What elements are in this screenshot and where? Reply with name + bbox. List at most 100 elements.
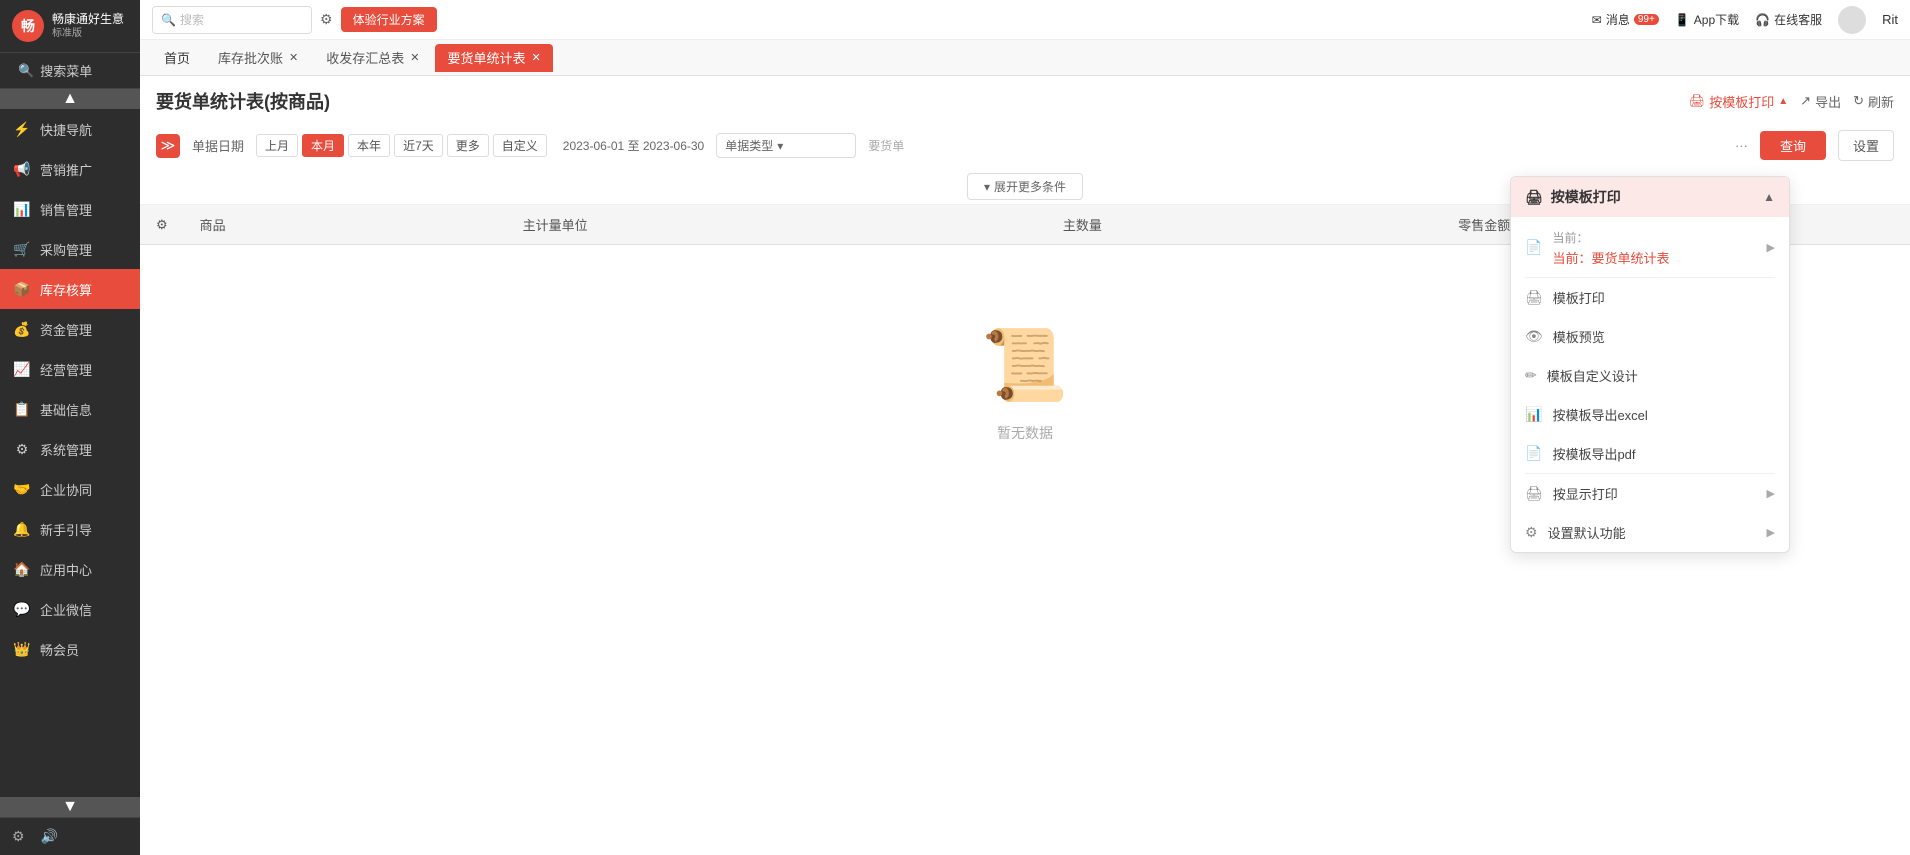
order-goods-label: 要货单 <box>868 137 904 154</box>
date-option-本年[interactable]: 本年 <box>348 134 390 157</box>
trial-btn[interactable]: 体验行业方案 <box>341 7 437 32</box>
tab-batch-account[interactable]: 库存批次账 ✕ <box>206 44 310 72</box>
tab-close-icon[interactable]: ✕ <box>532 51 541 64</box>
date-option-近7天[interactable]: 近7天 <box>394 134 443 157</box>
basic-icon: 📋 <box>12 399 32 419</box>
sidebar-item-finance[interactable]: 💰资金管理 <box>0 309 140 349</box>
sidebar-item-quick-nav[interactable]: ⚡快捷导航 <box>0 109 140 149</box>
sidebar-item-app-center[interactable]: 🏠应用中心 <box>0 549 140 589</box>
query-btn[interactable]: 查询 <box>1760 131 1826 160</box>
tab-close-icon[interactable]: ✕ <box>410 51 419 64</box>
tab-home[interactable]: 首页 <box>152 44 202 72</box>
sidebar-item-sales[interactable]: 📊销售管理 <box>0 189 140 229</box>
tab-close-icon[interactable]: ✕ <box>289 51 298 64</box>
inventory-icon: 📦 <box>12 279 32 299</box>
sidebar-nav: ⚡快捷导航📢营销推广📊销售管理🛒采购管理📦库存核算💰资金管理📈经营管理📋基础信息… <box>0 109 140 797</box>
sidebar-item-operation[interactable]: 📈经营管理 <box>0 349 140 389</box>
dropdown-item-label: 模板打印 <box>1553 288 1605 307</box>
export-excel-icon: 📊 <box>1525 406 1542 423</box>
user-avatar[interactable] <box>1838 6 1866 34</box>
dropdown-section-default-func[interactable]: ⚙设置默认功能▶ <box>1511 513 1789 552</box>
template-preview-icon: 👁 <box>1525 328 1543 345</box>
dropdown-current[interactable]: 📄 当前： 当前：要货单统计表 ▶ <box>1511 217 1789 277</box>
dropdown-item-template-print[interactable]: 🖨 模板打印 <box>1511 278 1789 317</box>
date-option-上月[interactable]: 上月 <box>256 134 298 157</box>
sidebar-item-label: 经营管理 <box>40 360 92 379</box>
sidebar-item-member[interactable]: 👑 畅会员 <box>0 629 140 669</box>
sidebar-scroll-down[interactable]: ▼ <box>0 797 140 817</box>
topbar-gear-icon[interactable]: ⚙ <box>320 11 333 28</box>
sidebar-item-marketing[interactable]: 📢营销推广 <box>0 149 140 189</box>
dropdown-item-template-preview[interactable]: 👁 模板预览 <box>1511 317 1789 356</box>
date-label: 单据日期 <box>192 136 244 155</box>
sidebar-item-label: 畅会员 <box>40 640 79 659</box>
member-icon: 👑 <box>12 639 32 659</box>
section-arrow-icon: ▶ <box>1767 487 1775 500</box>
dropdown-item-export-pdf[interactable]: 📄按模板导出pdf <box>1511 434 1789 473</box>
refresh-btn[interactable]: ↻ 刷新 <box>1853 92 1894 111</box>
marketing-icon: 📢 <box>12 159 32 179</box>
expand-more-btn[interactable]: ▾ 展开更多条件 <box>967 173 1083 200</box>
tab-order-stats[interactable]: 要货单统计表✕ <box>435 44 552 72</box>
settings-btn[interactable]: 设置 <box>1838 130 1894 161</box>
template-print-icon: 🖨 <box>1525 289 1543 306</box>
section-label: 按显示打印 <box>1553 484 1618 503</box>
audio-icon[interactable]: 🔊 <box>41 828 58 845</box>
sidebar-item-basic[interactable]: 📋基础信息 <box>0 389 140 429</box>
page-header: 要货单统计表(按商品) 🖨 按模板打印 ▲ ↗ 导出 ↻ 刷新 <box>140 76 1910 122</box>
current-value: 当前：要货单统计表 <box>1552 248 1669 267</box>
settings-icon[interactable]: ⚙ <box>12 828 25 845</box>
tab-receipt-summary[interactable]: 收发存汇总表 ✕ <box>314 44 431 72</box>
date-option-更多[interactable]: 更多 <box>447 134 489 157</box>
sidebar-item-purchase[interactable]: 🛒采购管理 <box>0 229 140 269</box>
display-print-icon: 🖨 <box>1525 485 1543 502</box>
logo-text: 畅康通好生意 标准版 <box>52 11 124 42</box>
sidebar-scroll-up[interactable]: ▲ <box>0 89 140 109</box>
refresh-label: 刷新 <box>1868 92 1894 111</box>
date-range-text: 2023-06-01 至 2023-06-30 <box>563 137 704 154</box>
dropdown-item-label: 模板自定义设计 <box>1547 366 1638 385</box>
sidebar-item-guide[interactable]: 🔔新手引导 <box>0 509 140 549</box>
dropdown-item-export-excel[interactable]: 📊 按模板导出excel <box>1511 395 1789 434</box>
logo-sub: 标准版 <box>52 27 124 41</box>
app-download-item[interactable]: 📱 App下载 <box>1675 11 1739 28</box>
sidebar-item-inventory[interactable]: 📦库存核算 <box>0 269 140 309</box>
date-option-本月[interactable]: 本月 <box>302 134 344 157</box>
sidebar-item-label: 销售管理 <box>40 200 92 219</box>
export-btn[interactable]: ↗ 导出 <box>1800 92 1841 111</box>
tab-label: 收发存汇总表 <box>326 48 404 67</box>
col-header-settings[interactable]: ⚙ <box>140 205 184 245</box>
date-option-自定义[interactable]: 自定义 <box>493 134 547 157</box>
main-area: 🔍 搜索 ⚙ 体验行业方案 ✉ 消息 99+ 📱 App下载 🎧 在线客服 Ri… <box>140 0 1910 855</box>
sidebar-item-system[interactable]: ⚙系统管理 <box>0 429 140 469</box>
filter-toggle[interactable]: ≫ <box>156 134 180 158</box>
dropdown-collapse-icon[interactable]: ▲ <box>1763 190 1775 204</box>
sidebar-search[interactable]: 🔍 搜索菜单 <box>0 53 140 89</box>
topbar-search-placeholder: 搜索 <box>180 11 204 28</box>
logo-name: 畅康通好生意 <box>52 11 124 28</box>
dropdown-section-display-print[interactable]: 🖨 按显示打印 ▶ <box>1511 474 1789 513</box>
sidebar-logo: 畅 畅康通好生意 标准版 <box>0 0 140 53</box>
topbar-search-box[interactable]: 🔍 搜索 <box>152 6 312 34</box>
sidebar-item-label: 应用中心 <box>40 560 92 579</box>
finance-icon: 💰 <box>12 319 32 339</box>
sidebar-item-enterprise[interactable]: 🤝企业协同 <box>0 469 140 509</box>
order-type-select[interactable]: 单据类型 ▾ <box>716 133 856 158</box>
dropdown-header: 🖨 按模板打印 ▲ <box>1511 177 1789 217</box>
page-title: 要货单统计表(按商品) <box>156 88 330 114</box>
dropdown-item-label: 模板预览 <box>1553 327 1605 346</box>
sidebar-item-label: 快捷导航 <box>40 120 92 139</box>
dropdown-title: 按模板打印 <box>1551 187 1621 207</box>
dropdown-popup: 🖨 按模板打印 ▲ 📄 当前： 当前：要货单统计表 ▶ 🖨 模板打印 👁 模板预览 ✏模… <box>1510 176 1790 553</box>
more-options-btn[interactable]: ··· <box>1735 138 1748 153</box>
dropdown-item-template-design[interactable]: ✏模板自定义设计 <box>1511 356 1789 395</box>
online-service-item[interactable]: 🎧 在线客服 <box>1755 11 1822 28</box>
dropdown-item-label: 按模板导出excel <box>1552 405 1647 424</box>
message-item[interactable]: ✉ 消息 99+ <box>1592 11 1659 28</box>
sidebar-item-wechat[interactable]: 💬企业微信 <box>0 589 140 629</box>
print-template-btn[interactable]: 🖨 按模板打印 ▲ <box>1689 92 1788 111</box>
tab-label: 库存批次账 <box>218 48 283 67</box>
export-label: 导出 <box>1815 92 1841 111</box>
col-header-unit: 主计量单位 <box>507 205 1047 245</box>
col-header-goods: 商品 <box>184 205 507 245</box>
